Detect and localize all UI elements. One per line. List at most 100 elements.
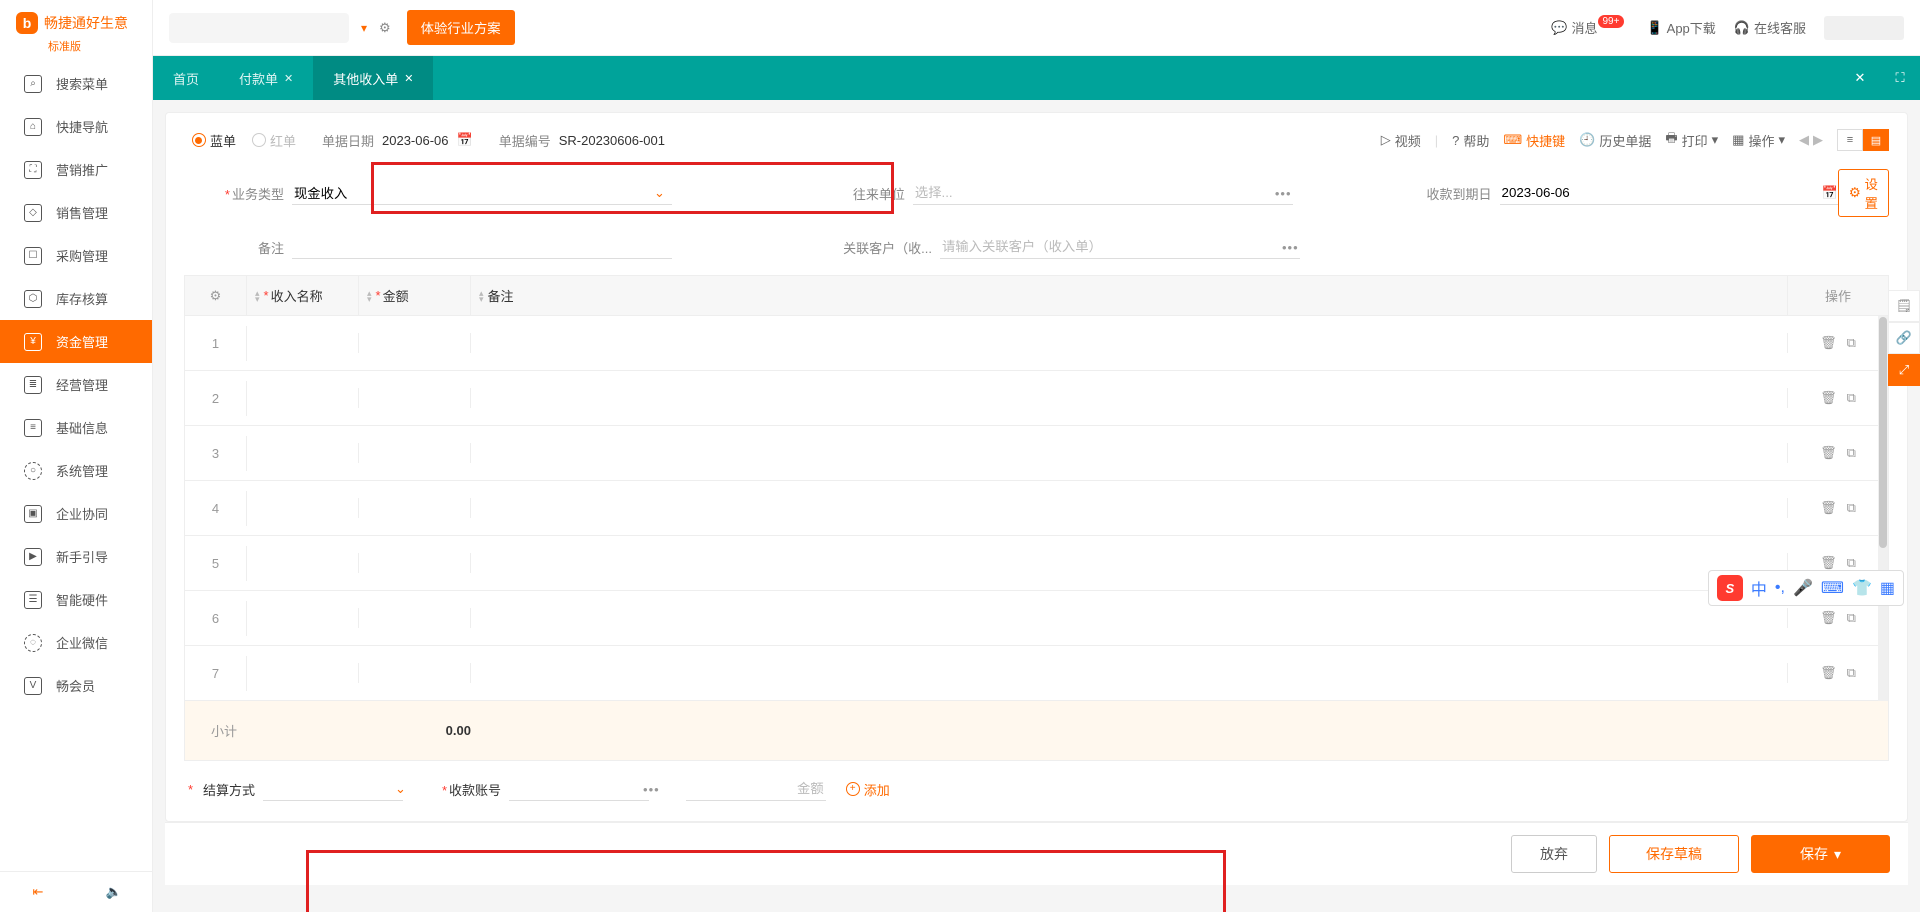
ops-button[interactable]: ▦操作▾ [1732,131,1785,150]
close-icon[interactable]: ✕ [404,72,413,85]
tab-home[interactable]: 首页 [153,56,219,100]
sidebar-item-inventory[interactable]: ⬡库存核算 [0,277,152,320]
cell-amount[interactable] [359,663,471,683]
print-button[interactable]: 🖶打印▾ [1665,129,1718,151]
prev-record[interactable]: ◀ [1799,132,1809,148]
calendar-icon[interactable]: 📅 [457,132,473,148]
tabs-fullscreen[interactable]: ⛶ [1880,56,1920,100]
close-icon[interactable]: ✕ [284,72,293,85]
table-row[interactable]: 1🗑⧉ [185,316,1888,371]
calendar-icon[interactable]: 📅 [1822,185,1838,201]
float-expand-icon[interactable]: ⤢ [1888,354,1920,386]
cell-amount[interactable] [359,553,471,573]
tabs-close-all[interactable]: ✕ [1840,56,1880,100]
cell-amount[interactable] [359,333,471,353]
more-icon[interactable]: ••• [643,782,660,797]
discard-button[interactable]: 放弃 [1511,835,1597,873]
ime-skin-icon[interactable]: 👕 [1852,578,1872,598]
sidebar-item-collab[interactable]: ▣企业协同 [0,492,152,535]
delete-row-icon[interactable]: 🗑 [1820,610,1837,626]
copy-row-icon[interactable]: ⧉ [1847,610,1856,626]
due-date-input[interactable] [1500,181,1840,205]
delete-row-icon[interactable]: 🗑 [1820,445,1837,461]
delete-row-icon[interactable]: 🗑 [1820,555,1837,571]
more-icon[interactable]: ••• [1275,186,1292,201]
delete-row-icon[interactable]: 🗑 [1820,390,1837,406]
radio-blue[interactable]: 蓝单 [192,131,236,150]
sidebar-item-sales[interactable]: ◇销售管理 [0,191,152,234]
grid-settings[interactable]: ⚙ [185,276,247,315]
sidebar-item-basic-info[interactable]: ≡基础信息 [0,406,152,449]
copy-row-icon[interactable]: ⧉ [1847,500,1856,516]
cell-remark[interactable] [471,388,1788,408]
cell-income-name[interactable] [247,443,359,463]
cell-income-name[interactable] [247,333,359,353]
settle-account-select[interactable] [509,777,649,801]
next-record[interactable]: ▶ [1813,132,1823,148]
copy-row-icon[interactable]: ⧉ [1847,555,1856,571]
copy-row-icon[interactable]: ⧉ [1847,335,1856,351]
table-row[interactable]: 5🗑⧉ [185,536,1888,591]
remark-input[interactable] [292,235,672,259]
biz-type-select[interactable] [292,181,672,205]
float-link-icon[interactable]: 🔗 [1888,322,1920,354]
copy-row-icon[interactable]: ⧉ [1847,665,1856,681]
cell-income-name[interactable] [247,553,359,573]
cell-amount[interactable] [359,388,471,408]
tab-other-income[interactable]: 其他收入单✕ [313,56,433,100]
cell-remark[interactable] [471,443,1788,463]
cell-remark[interactable] [471,333,1788,353]
table-row[interactable]: 7🗑⧉ [185,646,1888,701]
table-row[interactable]: 4🗑⧉ [185,481,1888,536]
sidebar-item-search-menu[interactable]: ⌕搜索菜单 [0,62,152,105]
ime-keyboard-icon[interactable]: ⌨ [1821,578,1844,598]
shortcut-button[interactable]: ⌨快捷键 [1503,131,1565,150]
cell-income-name[interactable] [247,663,359,683]
help-button[interactable]: ?帮助 [1452,131,1489,150]
col-remark[interactable]: ▴▾备注 [471,276,1788,315]
sidebar-item-quick-nav[interactable]: ⌂快捷导航 [0,105,152,148]
ime-mic-icon[interactable]: 🎤 [1793,578,1813,598]
chevron-down-icon[interactable]: ▾ [361,21,367,35]
view-detail[interactable]: ▤ [1863,129,1889,151]
ime-punct-icon[interactable]: •, [1775,579,1785,597]
sidebar-item-purchase[interactable]: ☐采购管理 [0,234,152,277]
cell-income-name[interactable] [247,388,359,408]
ime-toolbar[interactable]: S 中 •, 🎤 ⌨ 👕 ▦ [1708,570,1904,606]
save-draft-button[interactable]: 保存草稿 [1609,835,1739,873]
cell-remark[interactable] [471,608,1788,628]
float-note-icon[interactable]: 🗒 [1888,290,1920,322]
ime-lang[interactable]: 中 [1751,576,1767,600]
col-income-name[interactable]: ▴▾*收入名称 [247,276,359,315]
add-settlement-button[interactable]: + 添加 [846,780,890,799]
more-icon[interactable]: ••• [1282,240,1299,255]
sidebar-item-operations[interactable]: ≣经营管理 [0,363,152,406]
cell-remark[interactable] [471,553,1788,573]
table-row[interactable]: 6🗑⧉ [185,591,1888,646]
delete-row-icon[interactable]: 🗑 [1820,335,1837,351]
sidebar-item-wechat[interactable]: ◌企业微信 [0,621,152,664]
sidebar-sound[interactable]: 🔈 [76,872,152,912]
table-row[interactable]: 2🗑⧉ [185,371,1888,426]
sidebar-item-finance[interactable]: ¥资金管理 [0,320,152,363]
cell-income-name[interactable] [247,498,359,518]
video-button[interactable]: ▷视频 [1381,131,1421,150]
save-button[interactable]: 保存▾ [1751,835,1890,873]
copy-row-icon[interactable]: ⧉ [1847,390,1856,406]
cell-amount[interactable] [359,498,471,518]
cell-remark[interactable] [471,663,1788,683]
delete-row-icon[interactable]: 🗑 [1820,665,1837,681]
partner-select[interactable] [913,181,1293,205]
sidebar-item-guide[interactable]: ▶新手引导 [0,535,152,578]
tab-payment[interactable]: 付款单✕ [219,56,313,100]
cell-remark[interactable] [471,498,1788,518]
settings-gear-icon[interactable]: ⚙ [379,20,391,36]
view-list[interactable]: ≡ [1837,129,1863,151]
sidebar-item-system[interactable]: ○系统管理 [0,449,152,492]
settle-method-select[interactable] [263,777,403,801]
col-amount[interactable]: ▴▾*金额 [359,276,471,315]
sidebar-item-member[interactable]: V畅会员 [0,664,152,707]
online-service-button[interactable]: 🎧 在线客服 [1734,18,1806,37]
settle-amount-input[interactable] [686,777,826,801]
user-avatar[interactable] [1824,16,1904,40]
